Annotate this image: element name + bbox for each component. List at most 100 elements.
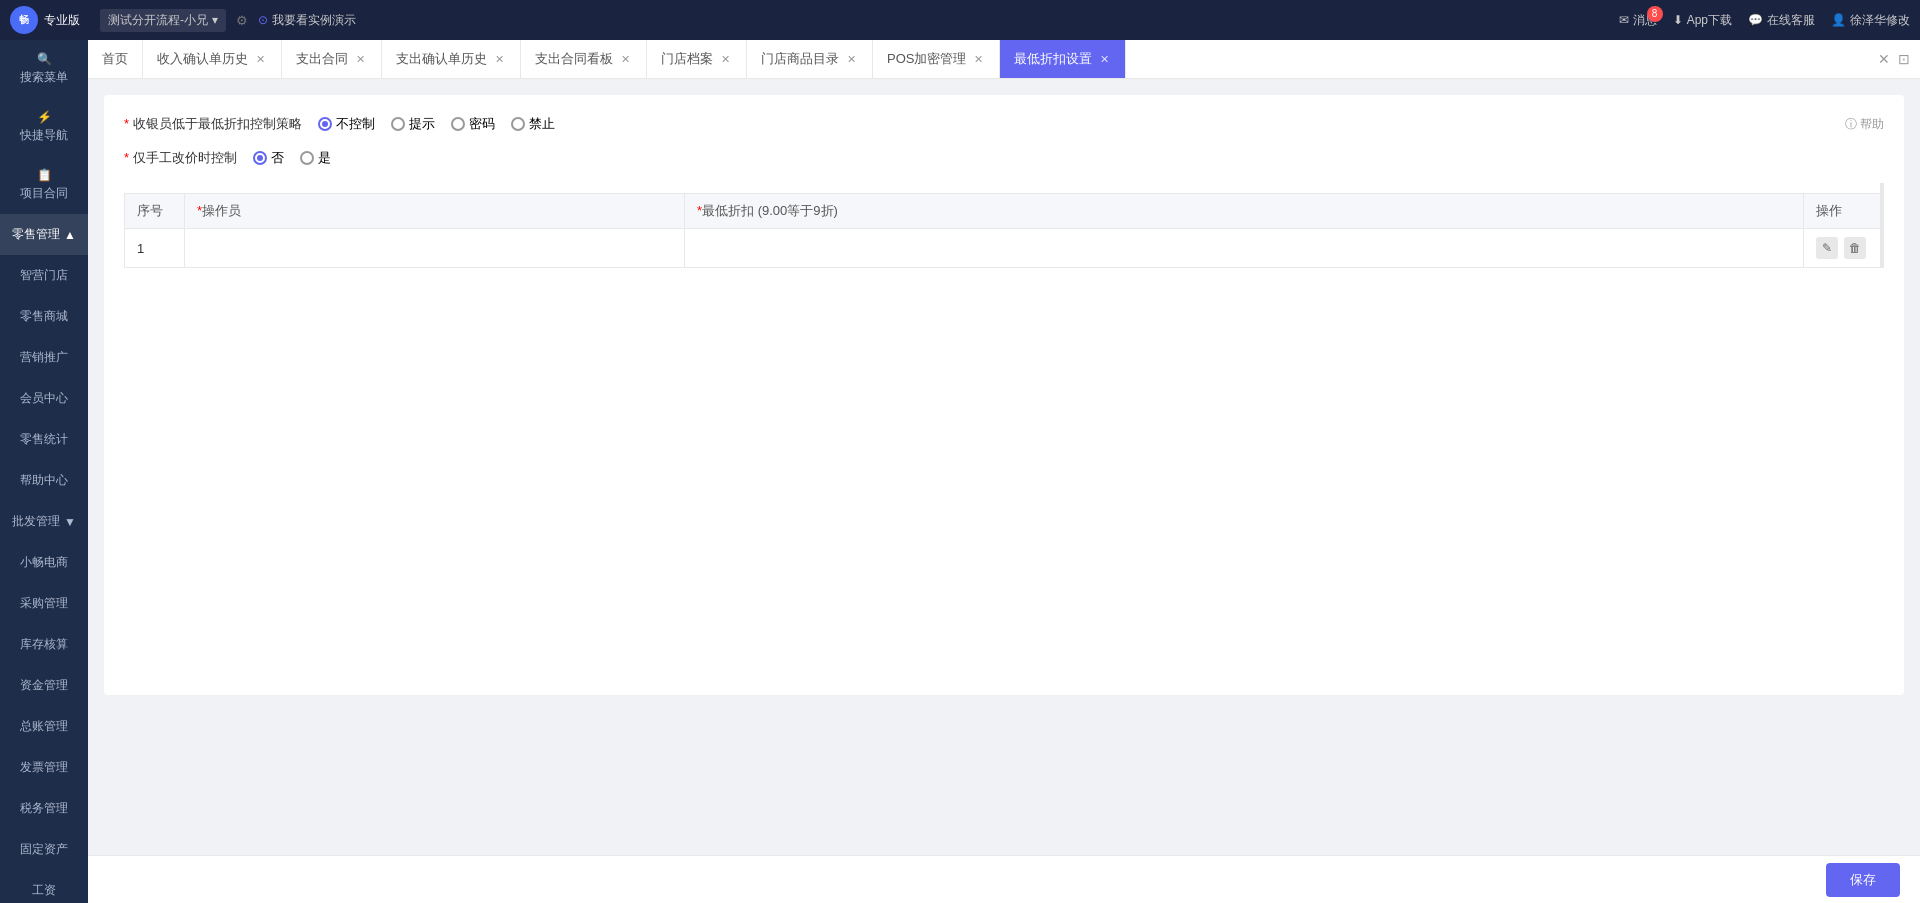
cell-seq: 1	[125, 229, 185, 268]
service-icon: 💬	[1748, 13, 1763, 27]
user-icon: 👤	[1831, 13, 1846, 27]
sidebar-item-shortcut[interactable]: ⚡ 快捷导航	[0, 98, 88, 156]
sidebar-item-member[interactable]: 会员中心	[0, 378, 88, 419]
ecommerce-label: 小畅电商	[20, 554, 68, 571]
cell-min-discount[interactable]	[685, 229, 1804, 268]
radio-password[interactable]: 密码	[451, 115, 495, 133]
project-dropdown-icon: ▾	[212, 13, 218, 27]
sidebar-item-accounting[interactable]: 总账管理	[0, 706, 88, 747]
sidebar-item-invoice[interactable]: 发票管理	[0, 747, 88, 788]
sidebar-item-assets[interactable]: 固定资产	[0, 829, 88, 870]
page-card: * 收银员低于最低折扣控制策略 不控制 提示	[104, 95, 1904, 695]
tab-home[interactable]: 首页	[88, 40, 143, 78]
cashier-policy-row: * 收银员低于最低折扣控制策略 不控制 提示	[124, 115, 1884, 133]
finance-label: 资金管理	[20, 677, 68, 694]
radio-manual-yes[interactable]: 是	[300, 149, 331, 167]
project-icon: 📋	[37, 168, 52, 182]
tab-store-goods[interactable]: 门店商品目录 ✕	[747, 40, 873, 78]
col-divider[interactable]	[1880, 183, 1884, 268]
sidebar-item-retail[interactable]: 零售管理 ▲	[0, 214, 88, 255]
tab-store-goods-close[interactable]: ✕	[845, 53, 858, 66]
sidebar-label-search: 搜索菜单	[20, 69, 68, 86]
tab-store-archive-label: 门店档案	[661, 50, 713, 68]
radio-no-control[interactable]: 不控制	[318, 115, 375, 133]
tab-payment-contract-close[interactable]: ✕	[354, 53, 367, 66]
sidebar-item-retail-mall[interactable]: 零售商城	[0, 296, 88, 337]
radio-forbid[interactable]: 禁止	[511, 115, 555, 133]
sidebar-item-salary[interactable]: 工资	[0, 870, 88, 903]
app-download-label: App下载	[1687, 12, 1732, 29]
demo-link[interactable]: ⊙ 我要看实例演示	[258, 12, 356, 29]
edit-btn[interactable]: ✎	[1816, 237, 1838, 259]
sidebar-item-smart-store[interactable]: 智营门店	[0, 255, 88, 296]
user-label: 徐泽华修改	[1850, 12, 1910, 29]
tab-income-history-close[interactable]: ✕	[254, 53, 267, 66]
manual-price-radio-group: 否 是	[253, 149, 331, 167]
sidebar-item-wholesale[interactable]: 批发管理 ▼	[0, 501, 88, 542]
user-btn[interactable]: 👤 徐泽华修改	[1831, 12, 1910, 29]
accounting-label: 总账管理	[20, 718, 68, 735]
tab-payment-confirm-history[interactable]: 支出确认单历史 ✕	[382, 40, 521, 78]
tab-home-label: 首页	[102, 50, 128, 68]
help-text: 帮助	[1860, 116, 1884, 133]
tab-payment-contract[interactable]: 支出合同 ✕	[282, 40, 382, 78]
tab-store-archive[interactable]: 门店档案 ✕	[647, 40, 747, 78]
help-label: 帮助中心	[20, 472, 68, 489]
table-row: 1 ✎ 🗑	[125, 229, 1884, 268]
save-button[interactable]: 保存	[1826, 863, 1900, 897]
delete-btn[interactable]: 🗑	[1844, 237, 1866, 259]
tab-close-all-btn[interactable]: ✕	[1878, 51, 1890, 67]
radio-manual-no[interactable]: 否	[253, 149, 284, 167]
top-bar: 畅 专业版 测试分开流程-小兄 ▾ ⚙ ⊙ 我要看实例演示 ✉ 消息 8 ⬇ A…	[0, 0, 1920, 40]
tab-min-discount-close[interactable]: ✕	[1098, 53, 1111, 66]
tab-income-history[interactable]: 收入确认单历史 ✕	[143, 40, 282, 78]
sidebar-item-marketing[interactable]: 营销推广	[0, 337, 88, 378]
gear-icon[interactable]: ⚙	[236, 13, 248, 28]
sidebar: 🔍 搜索菜单 ⚡ 快捷导航 📋 项目合同 零售管理 ▲ 智营门店 零售商城 营销…	[0, 40, 88, 903]
sidebar-item-ecommerce[interactable]: 小畅电商	[0, 542, 88, 583]
radio-remind-circle	[391, 117, 405, 131]
sidebar-item-search[interactable]: 🔍 搜索菜单	[0, 40, 88, 98]
app-logo: 畅 专业版	[10, 6, 90, 34]
sidebar-item-inventory[interactable]: 库存核算	[0, 624, 88, 665]
sidebar-item-project[interactable]: 📋 项目合同	[0, 156, 88, 214]
sidebar-item-finance[interactable]: 资金管理	[0, 665, 88, 706]
tab-expand-btn[interactable]: ⊡	[1898, 51, 1910, 67]
messages-badge: 8	[1647, 6, 1663, 22]
message-icon: ✉	[1619, 13, 1629, 27]
help-icon: ⓘ	[1845, 116, 1857, 133]
sidebar-item-tax[interactable]: 税务管理	[0, 788, 88, 829]
sidebar-item-retail-stats[interactable]: 零售统计	[0, 419, 88, 460]
tab-payment-board[interactable]: 支出合同看板 ✕	[521, 40, 647, 78]
marketing-label: 营销推广	[20, 349, 68, 366]
online-service-btn[interactable]: 💬 在线客服	[1748, 12, 1815, 29]
tab-min-discount[interactable]: 最低折扣设置 ✕	[1000, 40, 1126, 78]
cell-operator[interactable]	[185, 229, 685, 268]
tab-payment-board-close[interactable]: ✕	[619, 53, 632, 66]
tab-pos-password-close[interactable]: ✕	[972, 53, 985, 66]
tab-payment-confirm-history-close[interactable]: ✕	[493, 53, 506, 66]
app-download-btn[interactable]: ⬇ App下载	[1673, 12, 1732, 29]
sidebar-item-help[interactable]: 帮助中心	[0, 460, 88, 501]
tab-store-archive-close[interactable]: ✕	[719, 53, 732, 66]
radio-forbid-label: 禁止	[529, 115, 555, 133]
tab-pos-password[interactable]: POS加密管理 ✕	[873, 40, 1000, 78]
cashier-policy-radio-group: 不控制 提示 密码 禁止	[318, 115, 555, 133]
tab-income-history-label: 收入确认单历史	[157, 50, 248, 68]
smart-store-label: 智营门店	[20, 267, 68, 284]
radio-remind[interactable]: 提示	[391, 115, 435, 133]
messages-btn[interactable]: ✉ 消息 8	[1619, 12, 1657, 29]
project-selector[interactable]: 测试分开流程-小兄 ▾	[100, 9, 226, 32]
radio-manual-yes-circle	[300, 151, 314, 165]
manual-price-label: * 仅手工改价时控制	[124, 149, 237, 167]
radio-manual-no-circle	[253, 151, 267, 165]
top-bar-right: ✉ 消息 8 ⬇ App下载 💬 在线客服 👤 徐泽华修改	[1619, 12, 1910, 29]
sidebar-item-purchase[interactable]: 采购管理	[0, 583, 88, 624]
help-link[interactable]: ⓘ 帮助	[1845, 116, 1884, 133]
shortcut-icon: ⚡	[37, 110, 52, 124]
content-area: 首页 收入确认单历史 ✕ 支出合同 ✕ 支出确认单历史 ✕ 支出合同看板 ✕ 门…	[88, 40, 1920, 903]
required-star-1: *	[124, 116, 129, 131]
tab-payment-board-label: 支出合同看板	[535, 50, 613, 68]
tab-bar: 首页 收入确认单历史 ✕ 支出合同 ✕ 支出确认单历史 ✕ 支出合同看板 ✕ 门…	[88, 40, 1920, 79]
col-operator-header: *操作员	[185, 194, 685, 229]
